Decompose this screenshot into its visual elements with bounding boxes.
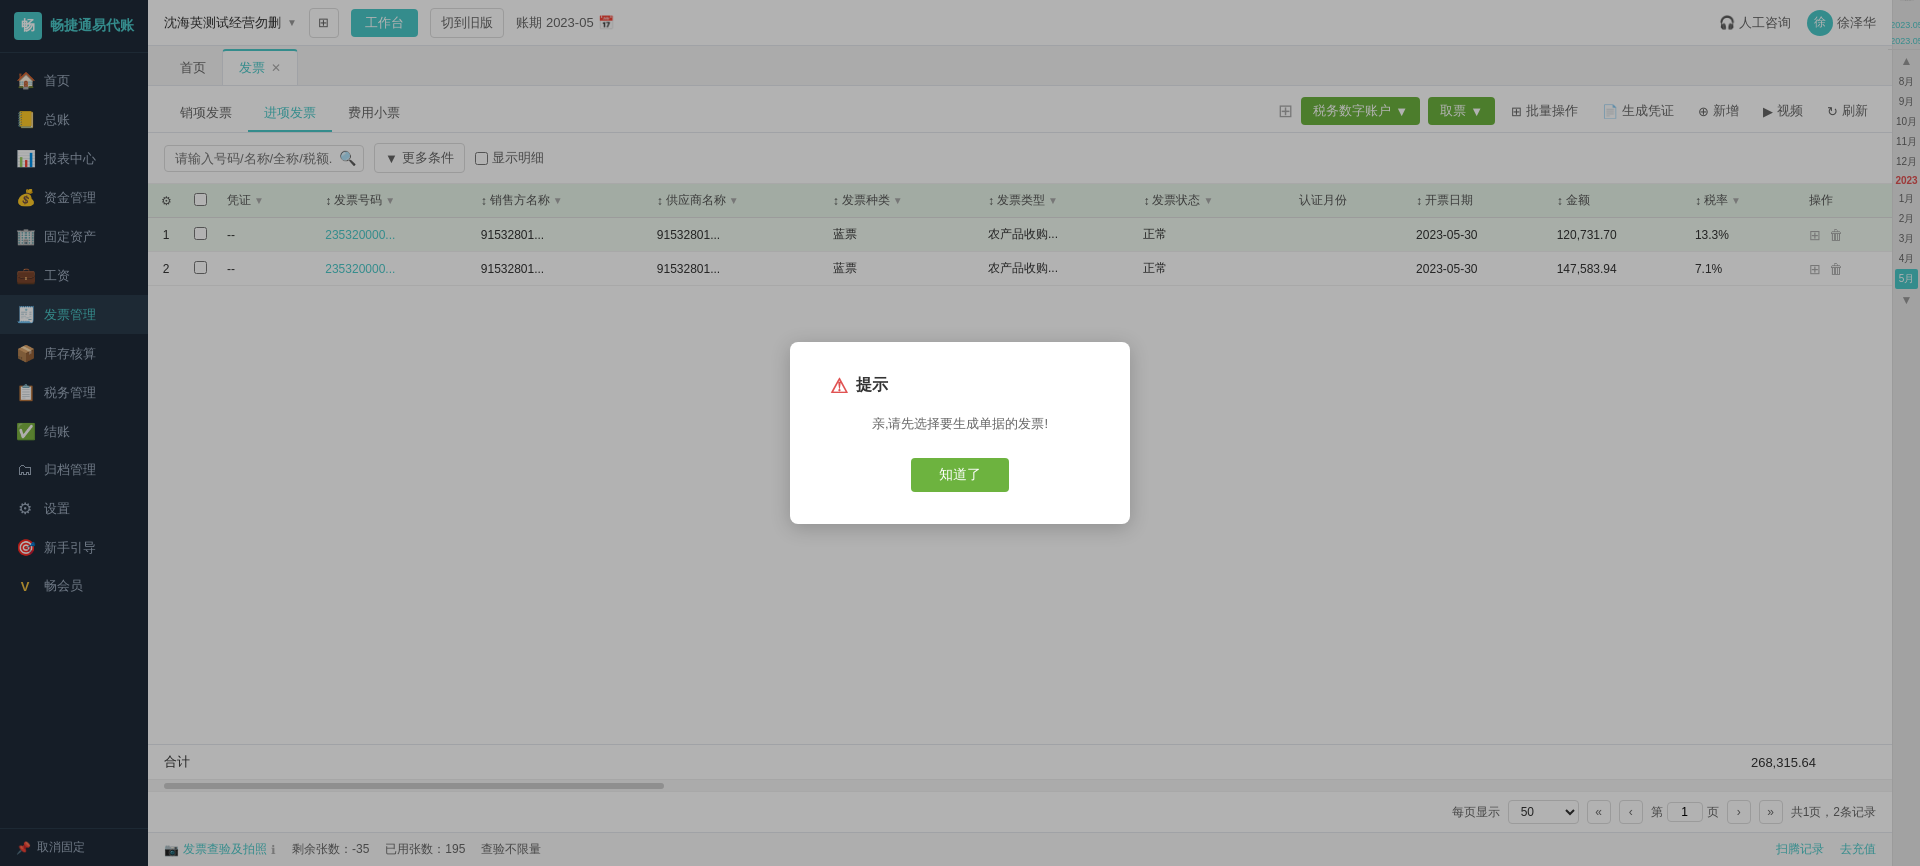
modal-dialog: ⚠ 提示 亲,请先选择要生成单据的发票! 知道了 — [790, 342, 1130, 525]
modal-message: 亲,请先选择要生成单据的发票! — [830, 414, 1090, 435]
modal-confirm-button[interactable]: 知道了 — [911, 458, 1009, 492]
warning-icon: ⚠ — [830, 374, 848, 398]
modal-title: ⚠ 提示 — [830, 374, 1090, 398]
modal-overlay: ⚠ 提示 亲,请先选择要生成单据的发票! 知道了 — [0, 0, 1920, 866]
